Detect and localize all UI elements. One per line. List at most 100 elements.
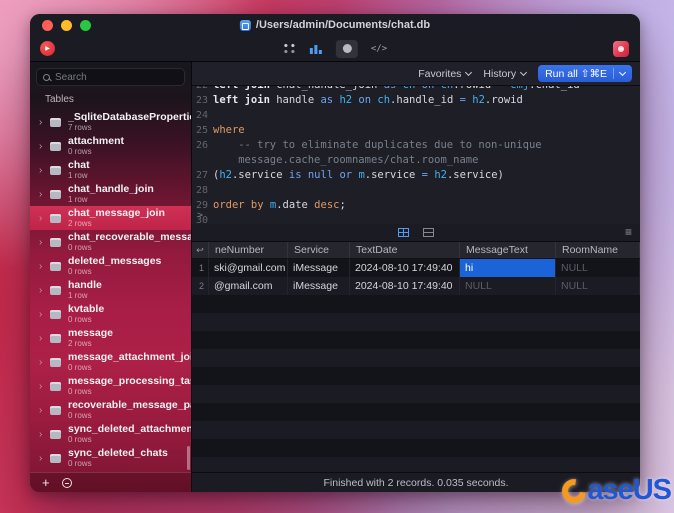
history-dropdown[interactable]: History <box>483 68 526 80</box>
zoom-window-button[interactable] <box>80 20 91 31</box>
query-toolbar: Favorites History Run all ⇧⌘E <box>192 62 640 86</box>
column-header-TextDate[interactable]: TextDate <box>350 242 460 258</box>
disclosure-chevron-icon[interactable]: › <box>39 429 50 440</box>
disclosure-chevron-icon[interactable]: › <box>39 333 50 344</box>
line-number: 26 <box>192 138 213 168</box>
easeus-logo-text: aseUS <box>587 474 671 507</box>
grid-cell[interactable]: NULL <box>460 277 556 295</box>
minimize-window-button[interactable] <box>61 20 72 31</box>
disclosure-chevron-icon[interactable]: › <box>39 189 50 200</box>
empty-row <box>192 313 640 331</box>
disclosure-chevron-icon[interactable]: › <box>39 141 50 152</box>
line-code[interactable] <box>213 108 640 123</box>
editor-lines: 22left join chat_handle_join as ch on ch… <box>192 86 640 224</box>
sql-token: on <box>422 86 441 91</box>
line-code[interactable] <box>213 213 640 224</box>
table-name: message <box>68 328 113 339</box>
license-icon[interactable] <box>613 41 629 57</box>
disclosure-chevron-icon[interactable]: › <box>39 165 50 176</box>
close-window-button[interactable] <box>42 20 53 31</box>
line-code[interactable]: where <box>213 123 640 138</box>
sql-token: = <box>460 94 473 106</box>
sidebar-search[interactable] <box>36 68 185 86</box>
line-code[interactable]: left join chat_handle_join as ch on ch.r… <box>213 86 640 93</box>
sql-editor[interactable]: 22left join chat_handle_join as ch on ch… <box>192 86 640 224</box>
line-code[interactable]: order by m.date desc; <box>213 198 640 213</box>
form-view-icon[interactable] <box>423 228 434 237</box>
table-icon <box>50 142 61 151</box>
disclosure-chevron-icon[interactable]: › <box>39 381 50 392</box>
grid-cell[interactable]: iMessage <box>288 259 350 277</box>
column-header-Service[interactable]: Service <box>288 242 350 258</box>
sidebar-item-attachment[interactable]: ›attachment0 rows <box>30 134 191 158</box>
column-header-neNumber[interactable]: neNumber <box>209 242 288 258</box>
grid-cell[interactable]: NULL <box>556 259 640 277</box>
disclosure-chevron-icon[interactable]: › <box>39 309 50 320</box>
line-code[interactable]: -- try to eliminate duplicates due to no… <box>213 138 640 168</box>
sidebar-item-_SqliteDatabasePropertie[interactable]: ›_SqliteDatabasePropertie7 rows <box>30 110 191 134</box>
sql-token: .service) <box>447 169 504 181</box>
table-row-count: 0 rows <box>68 411 191 421</box>
grid-cell[interactable]: ski@gmail.com <box>209 259 288 277</box>
sidebar-item-chat_handle_join[interactable]: ›chat_handle_join1 row <box>30 182 191 206</box>
chart-icon[interactable] <box>309 43 323 55</box>
sidebar-item-message[interactable]: ›message2 rows <box>30 326 191 350</box>
disclosure-chevron-icon[interactable]: › <box>39 453 50 464</box>
sidebar-item-recoverable_message_pa[interactable]: ›recoverable_message_pa0 rows <box>30 398 191 422</box>
grid-cell[interactable]: NULL <box>556 277 640 295</box>
empty-row <box>192 295 640 313</box>
sidebar-item-message_attachment_joi[interactable]: ›message_attachment_joi0 rows <box>30 350 191 374</box>
sidebar-item-sync_deleted_chats[interactable]: ›sync_deleted_chats0 rows <box>30 446 191 470</box>
sidebar-item-handle[interactable]: › handle1 row <box>30 278 191 302</box>
sidebar-scrollbar[interactable] <box>187 446 190 470</box>
line-code[interactable] <box>213 183 640 198</box>
disclosure-chevron-icon[interactable]: › <box>39 117 50 128</box>
disclosure-chevron-icon[interactable]: › <box>39 261 50 272</box>
grid-cell[interactable]: 2024-08-10 17:49:40 <box>350 277 460 295</box>
grid-cell[interactable]: hi <box>460 259 556 277</box>
titlebar[interactable]: /Users/admin/Documents/chat.db <box>30 14 640 36</box>
status-text: Finished with 2 records. 0.035 seconds. <box>323 477 508 489</box>
disclosure-chevron-icon[interactable]: › <box>39 405 50 416</box>
column-header-RoomName[interactable]: RoomName <box>556 242 640 258</box>
connection-status-icon[interactable]: ▶ <box>40 41 55 56</box>
line-code[interactable]: left join handle as h2 on ch.handle_id =… <box>213 93 640 108</box>
disclosure-chevron-icon[interactable]: › <box>39 213 50 224</box>
disclosure-chevron-icon[interactable]: › <box>39 237 50 248</box>
sidebar-item-message_processing_tas[interactable]: ›message_processing_tas0 rows <box>30 374 191 398</box>
structure-icon[interactable] <box>283 43 296 54</box>
sidebar-item-kvtable[interactable]: ›kvtable0 rows <box>30 302 191 326</box>
grid-cell[interactable]: @gmail.com <box>209 277 288 295</box>
empty-row <box>192 385 640 403</box>
table-meta: handle1 row <box>68 280 102 301</box>
sidebar-item-sync_deleted_attachmen[interactable]: ›sync_deleted_attachmen0 rows <box>30 422 191 446</box>
table-row[interactable]: 2@gmail.comiMessage2024-08-10 17:49:40NU… <box>192 277 640 295</box>
table-row[interactable]: 1ski@gmail.comiMessage2024-08-10 17:49:4… <box>192 259 640 277</box>
disclosure-chevron-icon[interactable]: › <box>39 285 50 296</box>
table-icon <box>50 430 61 439</box>
results-menu-icon[interactable]: ≡ <box>625 225 632 239</box>
sidebar-item-chat[interactable]: ›chat1 row <box>30 158 191 182</box>
column-header-MessageText[interactable]: MessageText <box>460 242 556 258</box>
remove-table-button[interactable] <box>62 478 72 488</box>
grid-cell[interactable]: iMessage <box>288 277 350 295</box>
favorites-dropdown[interactable]: Favorites <box>418 68 471 80</box>
add-table-button[interactable]: + <box>42 476 50 489</box>
sidebar: Tables ›_SqliteDatabasePropertie7 rows›a… <box>30 62 192 492</box>
grid-view-icon[interactable] <box>398 228 409 237</box>
grid-cell[interactable]: 2024-08-10 17:49:40 <box>350 259 460 277</box>
line-code[interactable]: (h2.service is null or m.service = h2.se… <box>213 168 640 183</box>
search-input[interactable] <box>55 72 178 83</box>
console-toggle-button[interactable] <box>336 40 358 58</box>
sidebar-item-chat_recoverable_messa[interactable]: ›chat_recoverable_messa0 rows <box>30 230 191 254</box>
sidebar-item-chat_message_join[interactable]: ›chat_message_join2 rows <box>30 206 191 230</box>
disclosure-chevron-icon[interactable]: › <box>39 357 50 368</box>
run-all-button[interactable]: Run all ⇧⌘E <box>538 65 632 82</box>
sidebar-item-deleted_messages[interactable]: ›deleted_messages0 rows <box>30 254 191 278</box>
tables-section-label: Tables <box>45 94 191 105</box>
editor-line: 30 <box>192 213 640 224</box>
code-view-icon[interactable]: </> <box>371 44 387 54</box>
table-row-count: 1 row <box>68 195 154 205</box>
sql-token: ch <box>377 94 390 106</box>
sql-token: .service <box>232 169 289 181</box>
